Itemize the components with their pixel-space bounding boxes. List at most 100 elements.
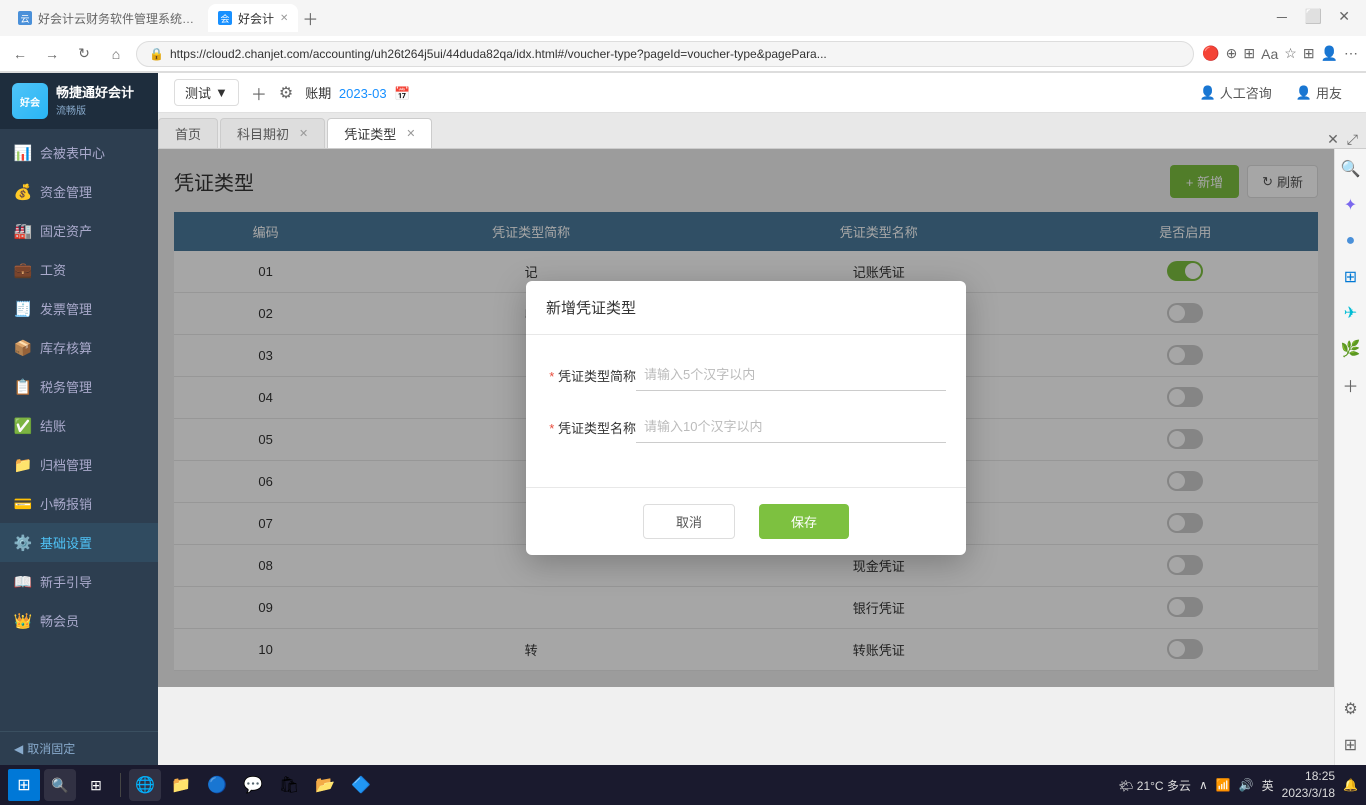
right-outlook-icon[interactable]: ⊞	[1339, 265, 1363, 289]
tab-label-2: 好会计	[238, 10, 274, 27]
form-row-abbr: * 凭证类型简称	[546, 359, 946, 391]
voucher-abbr-input[interactable]	[636, 359, 946, 391]
expense-icon: 💳	[14, 495, 32, 513]
sidebar-item-settings[interactable]: ⚙️ 基础设置	[0, 523, 158, 562]
browser-tab-2[interactable]: 会 好会计 ✕	[208, 4, 298, 32]
right-ai-icon[interactable]: ✦	[1339, 193, 1363, 217]
right-search-icon[interactable]: 🔍	[1339, 157, 1363, 181]
user-button[interactable]: 👤 用友	[1288, 80, 1350, 105]
tab-subject-close[interactable]: ✕	[299, 127, 308, 140]
taskbar-ms-edge2[interactable]: 🔷	[345, 769, 377, 801]
taskbar-wechat[interactable]: 💬	[237, 769, 269, 801]
page-tabbar: 首页 科目期初 ✕ 凭证类型 ✕ ✕ ⤢	[158, 113, 1366, 149]
taskbar-chrome[interactable]: 🔵	[201, 769, 233, 801]
taskbar-notification-icon[interactable]: 🔔	[1343, 778, 1358, 792]
taskbar-clock[interactable]: 18:25 2023/3/18	[1282, 768, 1335, 802]
modal-cancel-button[interactable]: 取消	[643, 504, 735, 539]
right-leaf-icon[interactable]: 🌿	[1339, 337, 1363, 361]
taskbar-explorer-icon: 📁	[171, 775, 191, 795]
settings-gear-icon[interactable]: ⚙	[279, 83, 293, 103]
taskbar-volume-icon: 🔊	[1239, 778, 1254, 792]
start-button[interactable]: ⊞	[8, 769, 40, 801]
profile-icon[interactable]: 👤	[1321, 45, 1338, 62]
back-button[interactable]: ←	[8, 46, 32, 62]
sidebar-item-expense[interactable]: 💳 小畅报销	[0, 484, 158, 523]
fund-icon: 💰	[14, 183, 32, 201]
fixed-icon: 🏭	[14, 222, 32, 240]
unpin-label: 取消固定	[27, 740, 75, 757]
add-workspace-icon[interactable]: ＋	[251, 81, 267, 105]
taskbar-edge[interactable]: 🌐	[129, 769, 161, 801]
sidebar-item-label-invoice: 发票管理	[40, 299, 92, 318]
taskbar-lang[interactable]: 英	[1262, 777, 1274, 794]
right-gear-icon[interactable]: ⚙	[1339, 697, 1363, 721]
taskbar-chevron-up[interactable]: ∧	[1199, 778, 1208, 792]
taskbar-separator	[120, 773, 121, 797]
sidebar-item-salary[interactable]: 💼 工资	[0, 250, 158, 289]
taskbar-search[interactable]: 🔍	[44, 769, 76, 801]
voucher-name-input[interactable]	[636, 411, 946, 443]
browser-tab-1[interactable]: 云 好会计云财务软件管理系统_会计	[8, 4, 208, 32]
workspace-selector[interactable]: 测试 ▼	[174, 79, 239, 106]
extensions-icon[interactable]: 🔴	[1202, 45, 1219, 62]
sidebar: 好会 畅捷通好会计 流畅版 📊 会被表中心 💰 资金管理 🏭 固定资产 💼 工资	[0, 73, 158, 765]
sidebar-item-member[interactable]: 👑 畅会员	[0, 601, 158, 640]
period-calendar-icon[interactable]: 📅	[394, 86, 410, 101]
tab-expand-icon[interactable]: ⤢	[1347, 131, 1358, 148]
new-tab-button[interactable]: ＋	[302, 6, 318, 30]
taskbar-files-icon: 📂	[315, 775, 335, 795]
sidebar-item-archive[interactable]: 📁 归档管理	[0, 445, 158, 484]
close-button[interactable]: ✕	[1338, 8, 1350, 28]
unpin-button[interactable]: ◀ 取消固定	[14, 740, 144, 757]
tab-close-icon[interactable]: ✕	[1327, 131, 1339, 148]
browser-chrome: 云 好会计云财务软件管理系统_会计 会 好会计 ✕ ＋ － ⬜ ✕ ← → ↻ …	[0, 0, 1366, 73]
maximize-button[interactable]: ⬜	[1305, 8, 1322, 28]
sidebar-item-tax[interactable]: 📋 税务管理	[0, 367, 158, 406]
right-arrow-icon[interactable]: ✈	[1339, 301, 1363, 325]
sidebar-item-dashboard[interactable]: 📊 会被表中心	[0, 133, 158, 172]
sidebar-item-inventory[interactable]: 📦 库存核算	[0, 328, 158, 367]
more-button[interactable]: ⋯	[1344, 45, 1358, 62]
reading-icon[interactable]: Aa	[1261, 46, 1278, 62]
sidebar-item-invoice[interactable]: 🧾 发票管理	[0, 289, 158, 328]
taskbar-explorer[interactable]: 📁	[165, 769, 197, 801]
period-label: 账期	[305, 86, 331, 101]
sidebar-item-guide[interactable]: 📖 新手引导	[0, 562, 158, 601]
archive-icon: 📁	[14, 456, 32, 474]
split-view-icon[interactable]: ⊞	[1243, 45, 1255, 62]
sidebar-item-label-checkout: 结账	[40, 416, 66, 435]
right-circle-icon[interactable]: ●	[1339, 229, 1363, 253]
address-bar[interactable]: 🔒 https://cloud2.chanjet.com/accounting/…	[136, 41, 1194, 67]
taskbar-right: 🌤 21°C 多云 ∧ 📶 🔊 英 18:25 2023/3/18 🔔	[1118, 768, 1358, 802]
puzzle-icon[interactable]: ⊞	[1303, 45, 1315, 62]
taskbar-time: 18:25	[1282, 768, 1335, 785]
tab-voucher-type-close[interactable]: ✕	[406, 127, 415, 140]
tab-subject[interactable]: 科目期初 ✕	[220, 118, 325, 148]
bookmark-icon[interactable]: ⊕	[1226, 45, 1238, 62]
sidebar-item-fixed[interactable]: 🏭 固定资产	[0, 211, 158, 250]
star-icon[interactable]: ☆	[1284, 45, 1297, 62]
right-grid-icon[interactable]: ⊞	[1339, 733, 1363, 757]
forward-button[interactable]: →	[40, 46, 64, 62]
consult-button[interactable]: 👤 人工咨询	[1192, 80, 1280, 105]
sidebar-item-fund[interactable]: 💰 资金管理	[0, 172, 158, 211]
right-add-icon[interactable]: ＋	[1339, 373, 1363, 397]
tab-label-1: 好会计云财务软件管理系统_会计	[38, 10, 198, 27]
modal-save-button[interactable]: 保存	[759, 504, 849, 539]
minimize-button[interactable]: －	[1275, 8, 1289, 28]
topbar: 测试 ▼ ＋ ⚙ 账期 2023-03 📅 👤 人工咨询 👤 用友	[158, 73, 1366, 113]
tab-home-label: 首页	[175, 124, 201, 143]
salary-icon: 💼	[14, 261, 32, 279]
taskbar-weather: 🌤 21°C 多云	[1118, 777, 1191, 794]
home-button[interactable]: ⌂	[104, 46, 128, 62]
app-container: 好会 畅捷通好会计 流畅版 📊 会被表中心 💰 资金管理 🏭 固定资产 💼 工资	[0, 73, 1366, 765]
sidebar-item-checkout[interactable]: ✅ 结账	[0, 406, 158, 445]
taskbar-multitask[interactable]: ⊞	[80, 769, 112, 801]
tab-home[interactable]: 首页	[158, 118, 218, 148]
taskbar-files[interactable]: 📂	[309, 769, 341, 801]
taskbar-store[interactable]: 🛍	[273, 769, 305, 801]
tab-voucher-type[interactable]: 凭证类型 ✕	[327, 118, 432, 148]
modal-footer: 取消 保存	[526, 487, 966, 555]
refresh-button[interactable]: ↻	[72, 45, 96, 62]
tab-close-2[interactable]: ✕	[280, 13, 288, 24]
